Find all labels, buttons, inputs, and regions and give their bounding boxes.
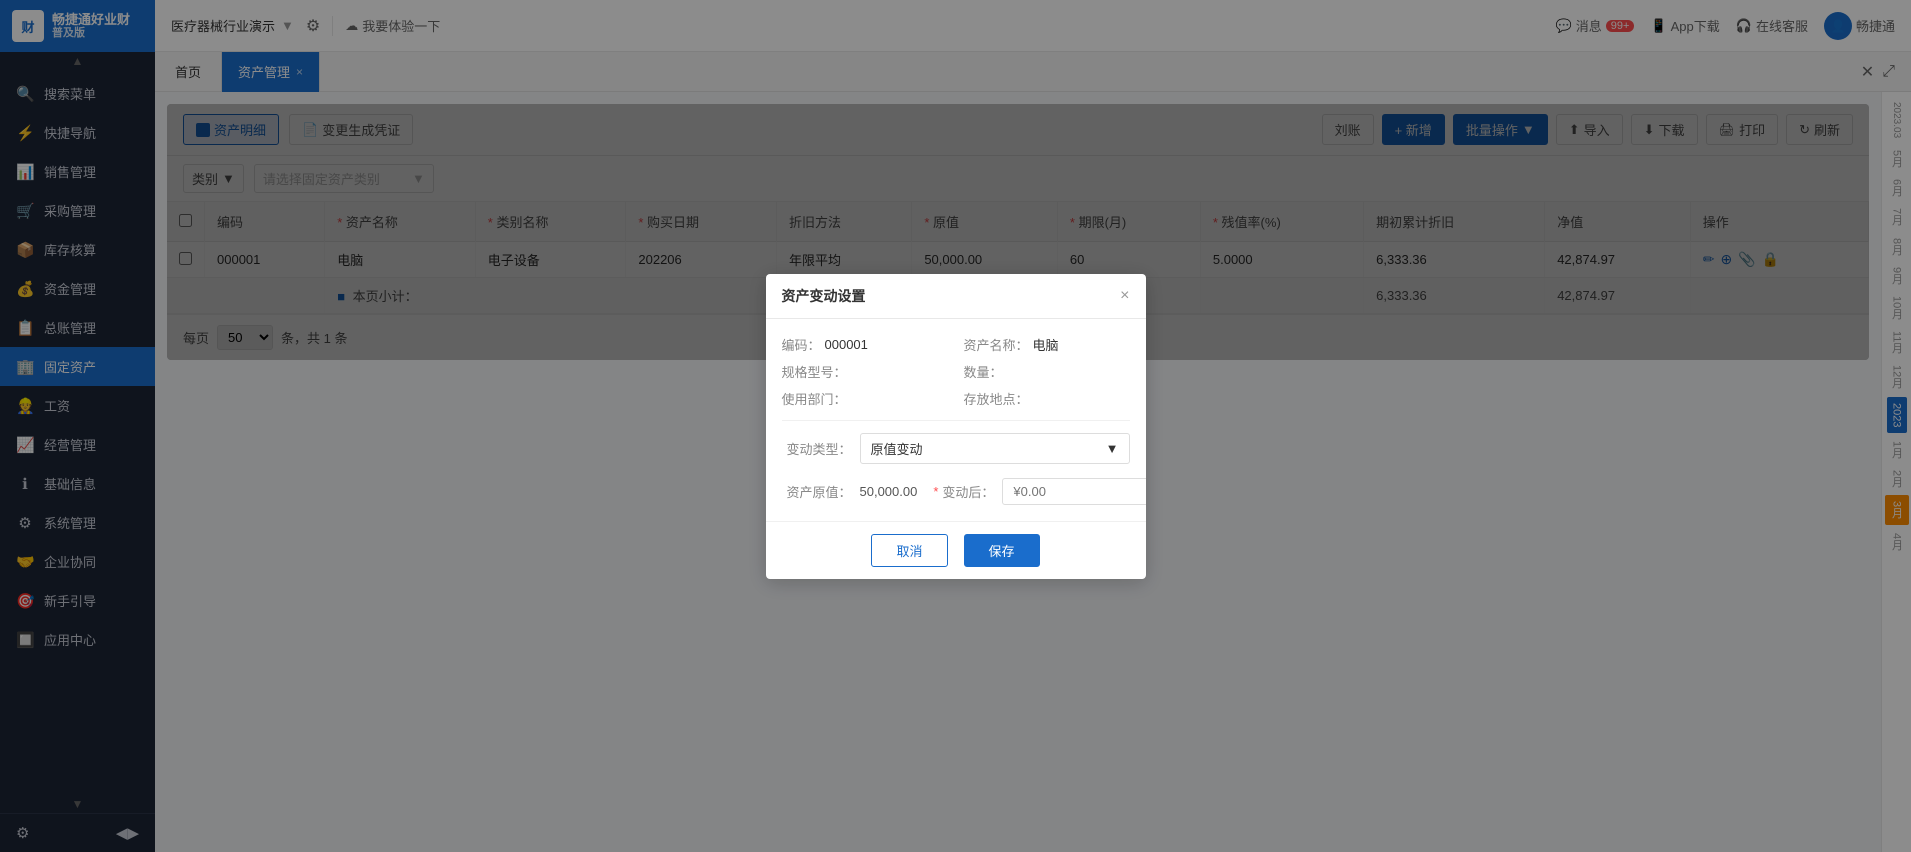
change-type-select[interactable]: 原值变动 ▼ (860, 433, 1130, 464)
modal-title: 资产变动设置 (782, 286, 866, 306)
modal-name-field: 资产名称： 电脑 (964, 335, 1130, 354)
change-type-field: 变动类型： 原值变动 ▼ (782, 433, 1130, 464)
after-change-label: 变动后： (942, 482, 994, 501)
after-change-input[interactable] (1002, 478, 1145, 505)
quantity-label: 数量： (964, 362, 1003, 381)
modal-footer: 取消 保存 (766, 521, 1146, 579)
spec-label: 规格型号： (782, 362, 847, 381)
save-button[interactable]: 保存 (964, 534, 1040, 567)
original-value-value: 50,000.00 (860, 484, 918, 499)
value-row: 资产原值： 50,000.00 * 变动后： (782, 478, 1130, 505)
change-type-label: 变动类型： (782, 439, 852, 458)
code-value: 000001 (825, 337, 868, 352)
modal-location-field: 存放地点： (964, 389, 1130, 408)
location-label: 存放地点： (964, 389, 1029, 408)
modal-header: 资产变动设置 × (766, 274, 1146, 319)
original-value-field: 资产原值： 50,000.00 (782, 482, 918, 501)
modal-overlay: 资产变动设置 × 编码： 000001 资产名称： 电脑 规格型号： 数 (0, 0, 1911, 852)
modal-quantity-field: 数量： (964, 362, 1130, 381)
cancel-button[interactable]: 取消 (871, 534, 947, 567)
original-value-label: 资产原值： (782, 482, 852, 501)
name-label: 资产名称： (964, 335, 1029, 354)
modal-close-btn[interactable]: × (1120, 287, 1129, 305)
modal-code-field: 编码： 000001 (782, 335, 948, 354)
chevron-down-icon: ▼ (1106, 441, 1119, 456)
modal-info-grid: 编码： 000001 资产名称： 电脑 规格型号： 数量： 使用部门： (782, 335, 1130, 408)
modal-dept-field: 使用部门： (782, 389, 948, 408)
dept-label: 使用部门： (782, 389, 847, 408)
code-label: 编码： (782, 335, 821, 354)
modal-spec-field: 规格型号： (782, 362, 948, 381)
asset-change-modal: 资产变动设置 × 编码： 000001 资产名称： 电脑 规格型号： 数 (766, 274, 1146, 579)
name-value: 电脑 (1033, 335, 1059, 354)
modal-divider (782, 420, 1130, 421)
after-change-field: * 变动后： (933, 478, 1145, 505)
modal-body: 编码： 000001 资产名称： 电脑 规格型号： 数量： 使用部门： (766, 319, 1146, 521)
change-type-value: 原值变动 (871, 439, 923, 458)
required-star: * (933, 484, 938, 499)
